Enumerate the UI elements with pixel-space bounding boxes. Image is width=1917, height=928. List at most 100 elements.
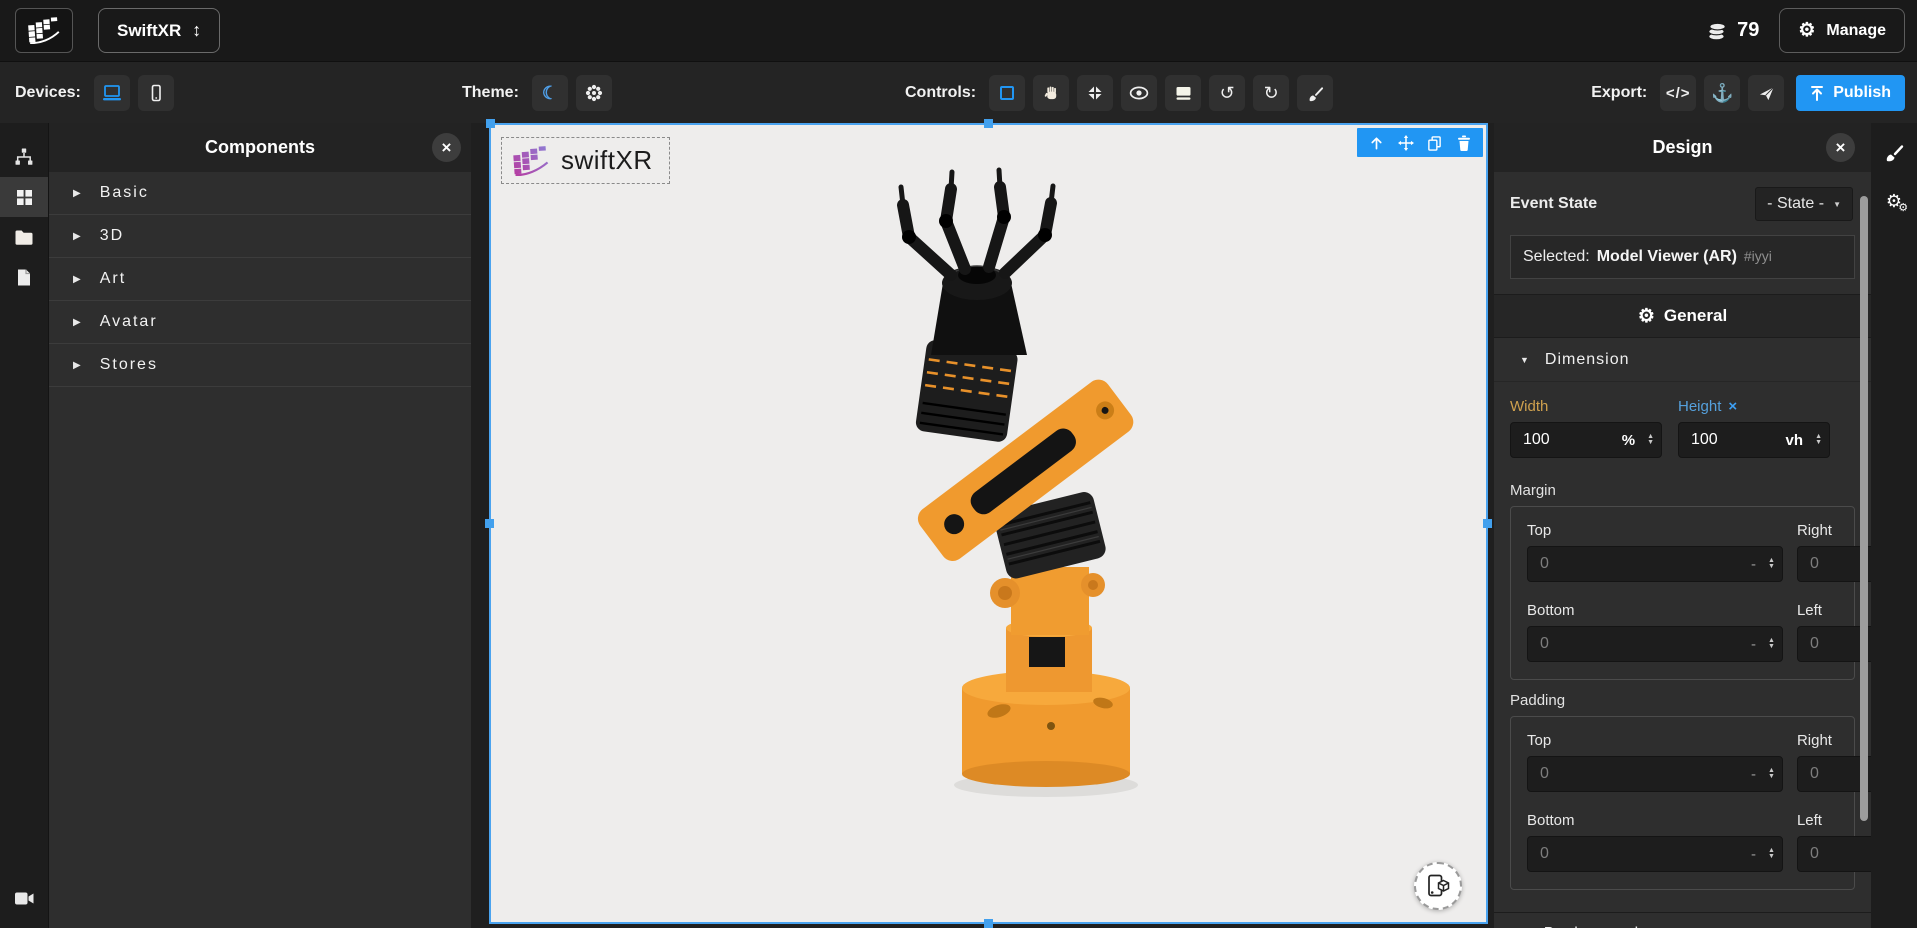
state-dropdown[interactable]: - State - ▼ — [1755, 187, 1853, 221]
publish-label: Publish — [1833, 84, 1891, 101]
resize-handle-top-left[interactable] — [486, 119, 495, 128]
settings-tab-button[interactable]: ⚙ ⚙ — [1877, 185, 1911, 217]
swiftxr-wing-logo — [512, 145, 550, 176]
desktop-icon — [102, 84, 122, 102]
resize-handle-left-center[interactable] — [485, 518, 494, 528]
control-panel-button[interactable] — [1165, 75, 1202, 111]
control-preview-button[interactable] — [1121, 75, 1158, 111]
sidebar-item-assets[interactable] — [0, 217, 48, 257]
component-group-avatar[interactable]: ▶ Avatar — [49, 301, 471, 344]
video-camera-icon — [14, 891, 35, 906]
design-panel: Design × Event State - State - ▼ Selecte… — [1494, 123, 1871, 928]
sidebar-item-capture[interactable] — [0, 878, 48, 918]
control-fit-button[interactable] — [1077, 75, 1114, 111]
project-title-button[interactable]: SwiftXR ↕ — [98, 8, 221, 53]
redo-button[interactable]: ↻ — [1253, 75, 1290, 111]
window-icon — [1175, 85, 1192, 101]
unit-label[interactable]: - — [1751, 636, 1756, 653]
secondary-toolbar: Devices: Theme: ☾ Controls: ↺ ↻ Export: … — [0, 61, 1917, 123]
theme-dark-button[interactable]: ☾ — [531, 75, 568, 111]
move-up-layer-button[interactable] — [1368, 134, 1385, 151]
sidebar-item-hierarchy[interactable] — [0, 137, 48, 177]
components-header: Components × — [49, 123, 471, 172]
undo-button[interactable]: ↺ — [1209, 75, 1246, 111]
margin-label: Margin — [1510, 482, 1556, 499]
selected-label: Selected: — [1523, 248, 1590, 265]
sidebar-item-components[interactable] — [0, 177, 48, 217]
background-section-toggle[interactable]: ▶ Background — [1494, 912, 1871, 928]
devices-label: Devices: — [15, 84, 81, 101]
move-element-button[interactable] — [1397, 134, 1414, 151]
ar-preview-button[interactable] — [1414, 862, 1462, 910]
width-field: Width % ▲▼ — [1510, 398, 1662, 458]
component-group-stores[interactable]: ▶ Stores — [49, 344, 471, 387]
close-icon: × — [1835, 137, 1846, 157]
ar-phone-cube-icon — [1425, 873, 1451, 899]
stepper[interactable]: ▲ ▼ — [1768, 847, 1775, 860]
height-unit[interactable]: vh — [1786, 432, 1804, 449]
export-code-button[interactable]: </> — [1660, 75, 1697, 111]
swiftxr-wing-icon — [27, 17, 61, 44]
field-label: Bottom — [1527, 602, 1575, 619]
stepper[interactable]: ▲ ▼ — [1768, 637, 1775, 650]
components-close-button[interactable]: × — [432, 133, 461, 162]
undo-icon: ↺ — [1219, 83, 1235, 103]
design-panel-scrollbar[interactable] — [1860, 196, 1868, 821]
moon-icon: ☾ — [541, 82, 558, 103]
gear-icon: ⚙ — [1798, 20, 1816, 41]
width-unit[interactable]: % — [1622, 432, 1635, 449]
export-embed-button[interactable]: ⚓ — [1704, 75, 1741, 111]
project-title: SwiftXR — [117, 20, 182, 40]
resize-handle-right-center[interactable] — [1483, 518, 1492, 528]
duplicate-button[interactable] — [1426, 134, 1443, 151]
design-tab-button[interactable] — [1877, 137, 1911, 169]
chevron-right-icon: ▶ — [73, 230, 83, 242]
dimension-section-toggle[interactable]: ▼ Dimension — [1494, 338, 1871, 382]
theme-settings-button[interactable] — [575, 75, 612, 111]
general-title: General — [1663, 306, 1728, 325]
padding-left-input[interactable] — [1809, 845, 1871, 863]
stepper[interactable]: ▲ ▼ — [1768, 767, 1775, 780]
control-select-button[interactable] — [989, 75, 1026, 111]
padding-top-field: Top - ▲▼ — [1527, 732, 1783, 792]
width-stepper[interactable]: ▲ ▼ — [1647, 433, 1654, 446]
export-share-button[interactable] — [1748, 75, 1785, 111]
components-panel: Components × ▶ Basic ▶ 3D ▶ Art ▶ Avatar… — [48, 123, 471, 928]
remove-height-icon[interactable]: × — [1728, 398, 1737, 415]
manage-button[interactable]: ⚙ Manage — [1779, 8, 1905, 53]
sidebar-item-pages[interactable] — [0, 257, 48, 297]
design-header: Design × — [1494, 123, 1871, 172]
unit-label[interactable]: - — [1751, 846, 1756, 863]
clear-canvas-button[interactable] — [1297, 75, 1334, 111]
component-group-art[interactable]: ▶ Art — [49, 258, 471, 301]
margin-bottom-input[interactable] — [1540, 635, 1747, 653]
canvas-logo-element[interactable]: swiftXR — [501, 137, 670, 184]
component-group-3d[interactable]: ▶ 3D — [49, 215, 471, 258]
height-stepper[interactable]: ▲ ▼ — [1815, 433, 1822, 446]
width-input[interactable] — [1523, 431, 1618, 449]
app-logo[interactable] — [15, 8, 73, 53]
padding-left-field: Left - ▲▼ — [1796, 812, 1871, 872]
height-input[interactable] — [1691, 431, 1782, 449]
control-pan-button[interactable] — [1033, 75, 1070, 111]
unit-label[interactable]: - — [1751, 556, 1756, 573]
devices-group: Devices: — [15, 75, 174, 111]
stepper[interactable]: ▲ ▼ — [1768, 557, 1775, 570]
padding-bottom-input[interactable] — [1540, 845, 1747, 863]
robot-arm-model[interactable] — [491, 125, 1486, 922]
design-canvas[interactable]: swiftXR — [485, 119, 1492, 928]
delete-button[interactable] — [1455, 134, 1472, 151]
unit-label[interactable]: - — [1751, 766, 1756, 783]
publish-button[interactable]: Publish — [1796, 75, 1905, 111]
credits-counter[interactable]: 79 — [1706, 19, 1759, 42]
design-close-button[interactable]: × — [1826, 133, 1855, 162]
padding-top-input[interactable] — [1540, 765, 1747, 783]
component-group-basic[interactable]: ▶ Basic — [49, 172, 471, 215]
device-mobile-button[interactable] — [137, 75, 174, 111]
margin-top-input[interactable] — [1540, 555, 1747, 573]
device-desktop-button[interactable] — [93, 75, 130, 111]
resize-handle-top-center[interactable] — [983, 119, 993, 128]
padding-label: Padding — [1510, 692, 1566, 709]
resize-handle-bottom-center[interactable] — [983, 919, 993, 928]
selected-element-id: #iyyi — [1743, 248, 1772, 264]
